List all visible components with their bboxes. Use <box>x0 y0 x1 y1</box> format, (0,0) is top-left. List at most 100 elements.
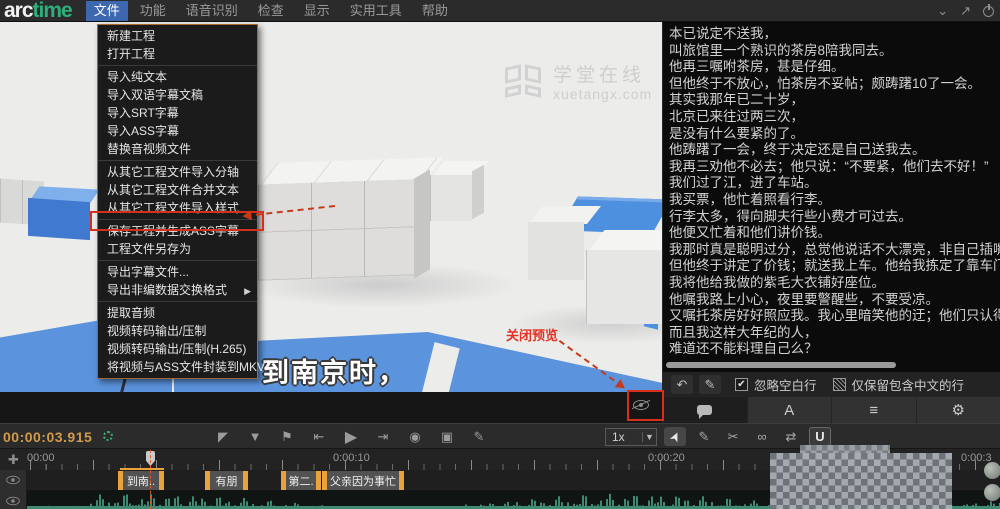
toggle-preview-eye-icon[interactable] <box>633 400 649 410</box>
file-menu-item[interactable]: 从其它工程文件导入分轴 ▶ <box>98 163 257 181</box>
flag-icon[interactable]: ⚑ <box>279 429 295 445</box>
snapshot-icon[interactable]: ◉ <box>407 429 423 445</box>
play-icon[interactable]: ▶ <box>343 427 359 447</box>
menu-item[interactable]: 语音识别 <box>178 1 246 21</box>
speed-select[interactable]: 1x ▼ <box>605 427 657 446</box>
cube-wall <box>258 179 416 281</box>
scroll-knob[interactable] <box>984 462 1000 479</box>
gear-icon: ⚙ <box>951 402 965 419</box>
subtitle-track-eye-icon[interactable] <box>6 475 20 485</box>
undo-icon: ↶ <box>676 376 688 392</box>
text-line[interactable]: 而且我这样大年纪的人， <box>669 325 1000 342</box>
subtitle-block[interactable]: 到南.. <box>118 471 164 490</box>
ignore-blank-checkbox[interactable]: ✔ <box>735 378 748 391</box>
file-menu-item[interactable]: 提取音频 ▶ <box>98 304 257 322</box>
tab-settings[interactable]: ⚙ <box>916 397 1000 423</box>
magnet-tool[interactable]: U <box>809 427 831 446</box>
white-cube <box>587 230 662 252</box>
file-menu-item[interactable]: 工程文件另存为 ▶ <box>98 240 257 261</box>
text-line[interactable]: 我买票，他忙着照看行李。 <box>669 192 1000 209</box>
text-line[interactable]: 其实我那年已二十岁， <box>669 92 1000 109</box>
file-menu-item-label: 提取音频 <box>107 306 156 320</box>
file-menu-item[interactable]: 将视频与ASS文件封装到MKV ▶ <box>98 358 265 376</box>
file-menu-item[interactable]: 从其它工程文件合并文本 ▶ <box>98 181 257 199</box>
file-menu-item-label: 从其它工程文件导入样式 <box>107 201 240 215</box>
file-menu-item[interactable]: 导入双语字幕文稿 ▶ <box>98 86 257 104</box>
file-menu-item-label: 导出字幕文件... <box>107 265 190 279</box>
censor-mosaic <box>770 453 952 509</box>
tab-subtitles[interactable] <box>663 397 748 423</box>
text-line[interactable]: 又嘱托茶房好好照应我。我心里暗笑他的迂；他们只认得钱， <box>669 308 1000 325</box>
pointer-tool[interactable]: ➤ <box>664 427 686 446</box>
file-menu-item[interactable]: 视频转码输出/压制 ▶ <box>98 322 257 340</box>
horizontal-scrollbar[interactable] <box>666 362 896 368</box>
file-menu-item-label: 视频转码输出/压制(H.265) <box>107 342 247 356</box>
keep-chinese-checkbox[interactable] <box>832 378 846 391</box>
text-line[interactable]: 我将他给我做的紫毛大衣铺好座位。 <box>669 275 1000 292</box>
power-icon[interactable] <box>983 3 994 17</box>
menu-item[interactable]: 帮助 <box>414 1 456 21</box>
edit-tool[interactable]: ✎ <box>693 427 715 446</box>
text-line[interactable]: 叫旅馆里一个熟识的茶房8陪我同去。 <box>669 43 1000 60</box>
ruler-label: 0:00:3 <box>961 452 992 464</box>
subtitle-block[interactable]: 父亲因为事忙 <box>322 471 404 490</box>
jump-end-icon[interactable]: ⇥ <box>375 429 391 445</box>
file-menu-item[interactable]: 新建工程 ▶ <box>98 27 257 45</box>
bookmark-icon[interactable]: ▣ <box>439 429 455 445</box>
text-lines[interactable]: 本已说定不送我， 叫旅馆里一个熟识的茶房8陪我同去。 他再三嘱咐茶房，甚是仔细。 但他… <box>669 26 1000 362</box>
file-menu-item[interactable]: 打开工程 ▶ <box>98 45 257 66</box>
minimize-icon[interactable]: ⌄ <box>937 3 948 19</box>
menu-item[interactable]: 功能 <box>132 1 174 21</box>
file-menu-item[interactable]: 导入纯文本 ▶ <box>98 68 257 86</box>
ruler-pin-icon[interactable]: ✚ <box>8 452 19 468</box>
file-menu-item[interactable]: 从其它工程文件导入样式 ▶ <box>98 199 257 220</box>
tab-list[interactable]: ≡ <box>832 397 917 423</box>
file-menu-item[interactable]: 替换音视频文件 ▶ <box>98 140 257 161</box>
tab-styles[interactable]: A <box>747 397 832 423</box>
edit-button[interactable]: ✎ <box>699 375 721 394</box>
annotate-icon[interactable]: ✎ <box>471 429 487 445</box>
waveform-track-eye-icon[interactable] <box>6 496 20 506</box>
subtitle-block[interactable]: 有朋 <box>205 471 248 490</box>
text-line[interactable]: 他嘱我路上小心，夜里要警醒些，不要受凉。 <box>669 292 1000 309</box>
file-menu-item[interactable]: 视频转码输出/压制(H.265) ▶ <box>98 340 257 358</box>
text-line[interactable]: 北京已来往过两三次， <box>669 109 1000 126</box>
chat-bubble-icon <box>697 405 713 419</box>
text-line[interactable]: 他便又忙着和他们讲价钱。 <box>669 225 1000 242</box>
text-line[interactable]: 我再三劝他不必去；他只说：“不要紧，他们去不好！” <box>669 159 1000 176</box>
scroll-knob[interactable] <box>984 484 1000 501</box>
text-line[interactable]: 我们过了江，进了车站。 <box>669 175 1000 192</box>
menu-item[interactable]: 实用工具 <box>342 1 410 21</box>
file-dropdown-menu: 新建工程 ▶ 打开工程 ▶ 导入纯文本 ▶ 导入双语字幕文稿 ▶ <box>97 24 265 379</box>
text-line[interactable]: 难道还不能料理自己么？ <box>669 341 1000 358</box>
subtitle-block-label: 父亲因为事忙 <box>330 475 396 488</box>
menu-item[interactable]: 显示 <box>296 1 338 21</box>
timecode: 00:00:03.915 <box>3 429 93 445</box>
file-menu-item[interactable]: 导入SRT字幕 ▶ <box>98 104 257 122</box>
file-menu-item[interactable]: 导入ASS字幕 ▶ <box>98 122 257 140</box>
text-line[interactable]: 他踌躇了一会，终于决定还是自己送我去。 <box>669 142 1000 159</box>
maximize-icon[interactable]: ↗ <box>960 3 971 19</box>
file-menu-item[interactable]: 导出非编数据交换格式 ▶ <box>98 281 257 302</box>
move-down-icon[interactable]: ▼ <box>247 429 263 444</box>
undo-button[interactable]: ↶ <box>671 375 693 394</box>
text-line[interactable]: 我那时真是聪明过分，总觉他说话不大漂亮，非自己插嘴不可， <box>669 242 1000 259</box>
menu-item[interactable]: 检查 <box>250 1 292 21</box>
text-line[interactable]: 但他终于不放心，怕茶房不妥帖；颇踌躇10了一会。 <box>669 76 1000 93</box>
text-line[interactable]: 是没有什么要紧的了。 <box>669 126 1000 143</box>
menu-item[interactable]: 文件 <box>85 0 128 21</box>
subtitle-text-panel: 本已说定不送我， 叫旅馆里一个熟识的茶房8陪我同去。 他再三嘱咐茶房，甚是仔细。 但他… <box>662 22 1000 423</box>
file-menu-item[interactable]: 导出字幕文件... ▶ <box>98 263 257 281</box>
link-tool[interactable]: ∞ <box>751 427 773 446</box>
text-line[interactable]: 行李太多，得向脚夫行些小费才可过去。 <box>669 209 1000 226</box>
text-line[interactable]: 但他终于讲定了价钱；就送我上车。他给我拣定了靠车门的一 <box>669 258 1000 275</box>
swap-tool[interactable]: ⇄ <box>780 427 802 446</box>
keep-chinese-label: 仅保留包含中文的行 <box>851 379 965 393</box>
subtitle-block[interactable]: 第二. <box>281 471 321 490</box>
file-menu-item[interactable]: 保存工程并生成ASS字幕 ▶ <box>98 222 257 240</box>
text-line[interactable]: 本已说定不送我， <box>669 26 1000 43</box>
text-line[interactable]: 他再三嘱咐茶房，甚是仔细。 <box>669 59 1000 76</box>
jump-start-icon[interactable]: ⇤ <box>311 429 327 445</box>
prev-region-icon[interactable]: ◤ <box>215 429 231 445</box>
cut-tool[interactable]: ✂ <box>722 427 744 446</box>
